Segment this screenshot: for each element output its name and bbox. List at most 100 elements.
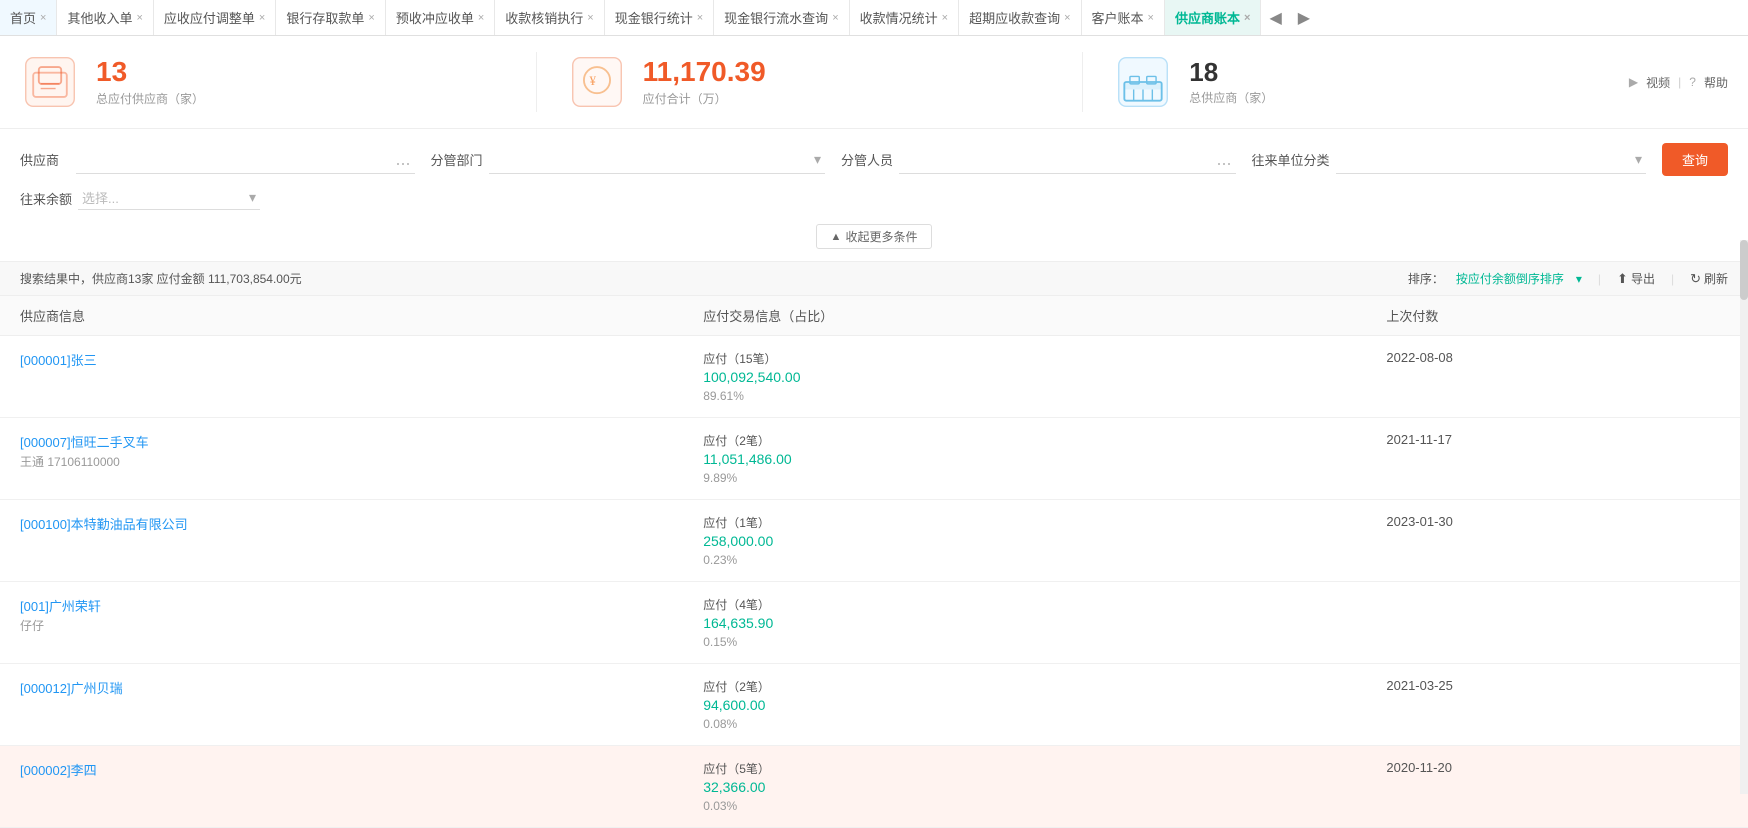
last-date-4: 2021-03-25 — [1386, 678, 1728, 693]
tx-label-5: 应付（5笔） — [703, 760, 1386, 777]
help-icon: ? — [1689, 75, 1696, 89]
total-suppliers-num: 18 — [1189, 58, 1273, 87]
supplier-link-2[interactable]: [000100]本特勤油品有限公司 — [20, 517, 188, 532]
nav-tab-overdue-recv-close[interactable]: × — [1064, 12, 1070, 24]
export-button[interactable]: ⬆ 导出 — [1617, 270, 1655, 287]
tx-percent-5: 0.03% — [703, 799, 1386, 813]
nav-prev-arrow[interactable]: ◀ — [1261, 0, 1289, 36]
supplier-link-1[interactable]: [000007]恒旺二手叉车 — [20, 435, 149, 450]
supplier-dots-icon[interactable]: ... — [395, 149, 410, 170]
sort-value[interactable]: 按应付余额倒序排序 — [1456, 270, 1564, 287]
total-suppliers-icon — [1113, 52, 1173, 112]
nav-tab-recv-exec-close[interactable]: × — [587, 12, 593, 24]
balance-chevron-icon[interactable]: ▾ — [249, 189, 256, 206]
category-filter-label: 往来单位分类 — [1252, 150, 1330, 169]
nav-tab-cash-bank-stat[interactable]: 现金银行统计 × — [605, 0, 714, 36]
nav-tab-cash-bank-stat-close[interactable]: × — [697, 12, 703, 24]
nav-tab-bank-deposit[interactable]: 银行存取款单 × — [276, 0, 385, 36]
dept-chevron-icon[interactable]: ▾ — [814, 151, 821, 168]
refresh-button[interactable]: ↻ 刷新 — [1690, 270, 1728, 287]
nav-tab-recv-stat[interactable]: 收款情况统计 × — [850, 0, 959, 36]
person-input[interactable] — [903, 148, 1216, 171]
supplier-link-5[interactable]: [000002]李四 — [20, 763, 97, 778]
tx-info-0: 应付（15笔） 100,092,540.00 89.61% — [703, 350, 1386, 403]
supplier-link-0[interactable]: [000001]张三 — [20, 353, 97, 368]
filter-supplier: 供应商 ... — [20, 146, 415, 174]
nav-tab-other-income[interactable]: 其他收入单 × — [57, 0, 153, 36]
tx-amount-3[interactable]: 164,635.90 — [703, 615, 1386, 631]
nav-tab-cash-bank-flow-close[interactable]: × — [832, 12, 838, 24]
divider1: | — [1598, 272, 1601, 286]
filter-balance: 往来余额 选择... ▾ — [20, 186, 260, 210]
tx-amount-2[interactable]: 258,000.00 — [703, 533, 1386, 549]
top-right-links: ▶ 视频 | ? 帮助 — [1629, 74, 1728, 91]
collapse-button[interactable]: ▲ 收起更多条件 — [816, 224, 933, 249]
supplier-link-3[interactable]: [001]广州荣轩 — [20, 599, 101, 614]
nav-tab-home-close[interactable]: × — [40, 12, 46, 24]
table-row: [001]广州荣轩 仔仔 应付（4笔） 164,635.90 0.15% — [0, 582, 1748, 664]
sort-chevron-icon[interactable]: ▾ — [1576, 272, 1582, 286]
nav-tab-ar-ap-adjust-close[interactable]: × — [259, 12, 265, 24]
supplier-info-3: [001]广州荣轩 仔仔 — [20, 596, 703, 634]
nav-tab-customer-ledger-label: 客户账本 — [1092, 8, 1144, 27]
nav-tab-customer-ledger-close[interactable]: × — [1148, 12, 1154, 24]
results-info: 搜索结果中，供应商13家 应付金额 111,703,854.00元 — [20, 270, 302, 287]
last-date-0: 2022-08-08 — [1386, 350, 1728, 365]
help-link[interactable]: 帮助 — [1704, 74, 1728, 91]
supplier-filter-label: 供应商 — [20, 150, 70, 169]
supplier-input[interactable] — [80, 148, 395, 171]
nav-tab-pre-recv[interactable]: 预收冲应收单 × — [386, 0, 495, 36]
nav-tab-customer-ledger[interactable]: 客户账本 × — [1082, 0, 1165, 36]
tx-amount-0[interactable]: 100,092,540.00 — [703, 369, 1386, 385]
filter-row-1: 供应商 ... 分管部门 ▾ 分管人员 ... 往来单位分类 ▾ — [20, 143, 1728, 176]
nav-tab-ar-ap-adjust[interactable]: 应收应付调整单 × — [154, 0, 276, 36]
summary-bar: 13 总应付供应商（家） ¥ 11,170.39 应付合计（万） — [0, 36, 1748, 129]
tx-percent-0: 89.61% — [703, 389, 1386, 403]
payable-suppliers-num: 13 — [96, 57, 204, 88]
tx-percent-1: 9.89% — [703, 471, 1386, 485]
nav-tab-pre-recv-close[interactable]: × — [478, 12, 484, 24]
col-header-supplier: 供应商信息 — [20, 306, 703, 325]
video-link[interactable]: 视频 — [1646, 74, 1670, 91]
refresh-label: 刷新 — [1704, 270, 1728, 287]
category-input[interactable] — [1340, 148, 1635, 171]
balance-placeholder[interactable]: 选择... — [82, 188, 249, 207]
nav-tab-bank-deposit-close[interactable]: × — [368, 12, 374, 24]
supplier-link-4[interactable]: [000012]广州贝瑞 — [20, 681, 123, 696]
results-bar: 搜索结果中，供应商13家 应付金额 111,703,854.00元 排序： 按应… — [0, 262, 1748, 296]
collapse-icon: ▲ — [831, 231, 842, 243]
nav-tab-supplier-ledger[interactable]: 供应商账本 × — [1165, 0, 1261, 36]
nav-tab-other-income-label: 其他收入单 — [67, 8, 132, 27]
filter-person: 分管人员 ... — [841, 146, 1236, 174]
dept-filter-label: 分管部门 — [431, 150, 483, 169]
payable-total-label: 应付合计（万） — [643, 90, 766, 107]
export-icon: ⬆ — [1617, 271, 1628, 287]
filter-dept: 分管部门 ▾ — [431, 146, 826, 174]
nav-tab-other-income-close[interactable]: × — [136, 12, 142, 24]
nav-tab-overdue-recv[interactable]: 超期应收款查询 × — [959, 0, 1081, 36]
nav-tab-recv-stat-close[interactable]: × — [942, 12, 948, 24]
nav-tab-supplier-ledger-label: 供应商账本 — [1175, 8, 1240, 27]
dept-input[interactable] — [493, 148, 814, 171]
svg-text:¥: ¥ — [589, 73, 596, 88]
person-dots-icon[interactable]: ... — [1216, 149, 1231, 170]
category-chevron-icon[interactable]: ▾ — [1635, 151, 1642, 168]
tx-amount-4[interactable]: 94,600.00 — [703, 697, 1386, 713]
nav-tab-ar-ap-adjust-label: 应收应付调整单 — [164, 8, 255, 27]
nav-tab-recv-exec[interactable]: 收款核销执行 × — [495, 0, 604, 36]
scrollbar[interactable] — [1740, 240, 1748, 794]
video-icon: ▶ — [1629, 75, 1638, 89]
table-row: [000001]张三 应付（15笔） 100,092,540.00 89.61%… — [0, 336, 1748, 418]
tx-amount-1[interactable]: 11,051,486.00 — [703, 451, 1386, 467]
nav-tab-cash-bank-flow[interactable]: 现金银行流水查询 × — [714, 0, 849, 36]
nav-tab-supplier-ledger-close[interactable]: × — [1244, 12, 1250, 24]
scrollbar-thumb[interactable] — [1740, 240, 1748, 300]
query-button[interactable]: 查询 — [1662, 143, 1728, 176]
payable-suppliers-icon — [20, 52, 80, 112]
nav-next-arrow[interactable]: ▶ — [1290, 0, 1318, 36]
tx-amount-5[interactable]: 32,366.00 — [703, 779, 1386, 795]
nav-tab-home[interactable]: 首页 × — [0, 0, 57, 36]
balance-filter-label: 往来余额 — [20, 189, 72, 208]
export-label: 导出 — [1631, 270, 1655, 287]
results-summary-text: 搜索结果中，供应商13家 应付金额 111,703,854.00元 — [20, 270, 302, 287]
